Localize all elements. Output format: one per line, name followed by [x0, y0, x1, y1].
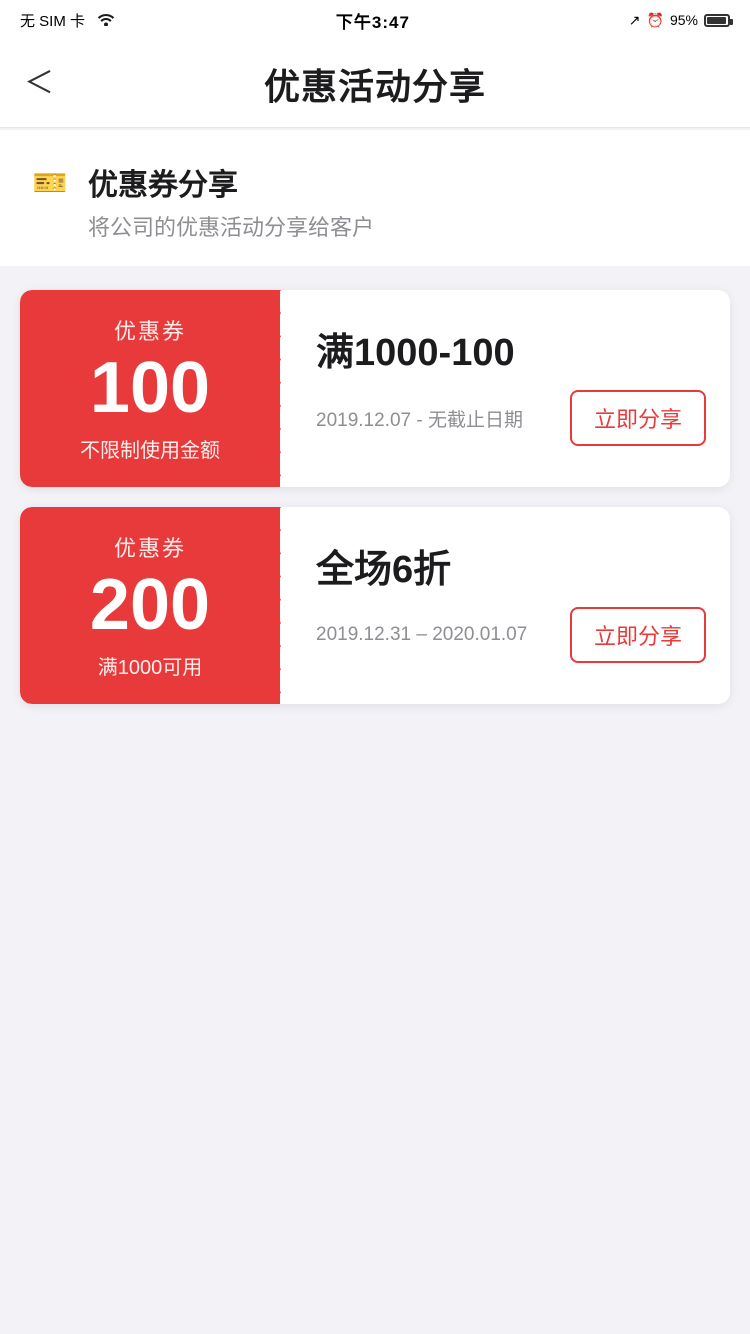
coupon-label-2: 优惠券 [114, 531, 186, 563]
coupon-name-1: 满1000-100 [316, 331, 706, 377]
coupon-value-2: 200 [90, 569, 210, 641]
section-text-group: 优惠券分享 将公司的优惠活动分享给客户 [88, 160, 374, 242]
coupon-label-1: 优惠券 [114, 314, 186, 346]
status-bar: 无 SIM 卡 下午3:47 ↗ ⏰ 95% [0, 0, 750, 40]
coupon-card-1: 优惠券 100 不限制使用金额 满1000-100 2019.12.07 - 无… [20, 290, 730, 487]
coupon-white-2: 全场6折 2019.12.31 – 2020.01.07 立即分享 [280, 507, 730, 704]
status-left: 无 SIM 卡 [20, 10, 117, 31]
coupon-bottom-2: 2019.12.31 – 2020.01.07 立即分享 [316, 607, 706, 663]
coupon-condition-1: 不限制使用金额 [80, 434, 220, 463]
coupon-date-1: 2019.12.07 - 无截止日期 [316, 405, 558, 432]
no-sim-text: 无 SIM 卡 [20, 10, 85, 31]
share-button-1[interactable]: 立即分享 [570, 390, 706, 446]
wifi-icon [95, 10, 117, 30]
status-right: ↗ ⏰ 95% [629, 12, 730, 29]
section-icon: 🎫 [28, 160, 72, 204]
status-time: 下午3:47 [336, 8, 410, 33]
back-button[interactable]: ＜ [24, 69, 54, 99]
location-icon: ↗ [629, 12, 641, 29]
coupon-date-2: 2019.12.31 – 2020.01.07 [316, 624, 558, 646]
grey-bg [0, 728, 750, 1228]
coupon-value-1: 100 [90, 352, 210, 424]
coupon-red-1: 优惠券 100 不限制使用金额 [20, 290, 280, 487]
alarm-icon: ⏰ [647, 12, 664, 29]
coupon-list: 优惠券 100 不限制使用金额 满1000-100 2019.12.07 - 无… [0, 266, 750, 728]
coupon-white-1: 满1000-100 2019.12.07 - 无截止日期 立即分享 [280, 290, 730, 487]
coupon-bottom-1: 2019.12.07 - 无截止日期 立即分享 [316, 390, 706, 446]
section-subtitle: 将公司的优惠活动分享给客户 [88, 210, 374, 242]
share-button-2[interactable]: 立即分享 [570, 607, 706, 663]
nav-bar: ＜ 优惠活动分享 [0, 40, 750, 128]
coupon-name-2: 全场6折 [316, 548, 706, 594]
battery-text: 95% [670, 12, 698, 28]
section-title: 优惠券分享 [88, 160, 374, 204]
coupon-card-2: 优惠券 200 满1000可用 全场6折 2019.12.31 – 2020.0… [20, 507, 730, 704]
battery-icon [704, 14, 730, 27]
page-title: 优惠活动分享 [264, 58, 486, 110]
section-header: 🎫 优惠券分享 将公司的优惠活动分享给客户 [0, 130, 750, 266]
coupon-condition-2: 满1000可用 [98, 651, 203, 680]
coupon-red-2: 优惠券 200 满1000可用 [20, 507, 280, 704]
